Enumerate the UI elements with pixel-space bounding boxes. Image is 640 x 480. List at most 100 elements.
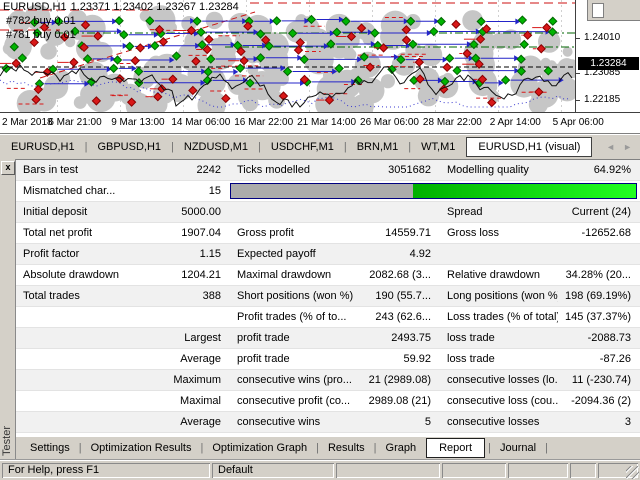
quality-bar-gray-segment	[231, 184, 414, 198]
tester-side-strip: x Tester	[0, 159, 16, 459]
quality-bar-green-segment	[413, 184, 636, 198]
time-axis-label: 14 Mar 06:00	[171, 117, 231, 128]
report-cell: Expected payoff	[237, 248, 316, 260]
report-cell: 5	[424, 416, 431, 428]
status-pane	[508, 463, 568, 478]
report-cell: Absolute drawdown	[23, 269, 120, 281]
mt4-tester-window: EURUSD,H1 1.23371 1.23402 1.23267 1.23284…	[0, 0, 640, 480]
time-axis-label: 9 Mar 13:00	[111, 117, 165, 128]
report-cell: Average	[180, 416, 221, 428]
report-cell: Gross profit	[237, 227, 294, 239]
time-axis-label: 2 Mar 2018	[2, 117, 53, 128]
status-help-text: For Help, press F1	[2, 463, 210, 478]
report-table: Bars in test 2242 Ticks modelled 3051682 Mod…	[16, 159, 640, 438]
report-cell: 2242	[196, 164, 221, 176]
report-cell: profit trade	[237, 353, 290, 365]
report-area: Bars in test 2242 Ticks modelled 3051682 Mod…	[16, 159, 640, 459]
chart-tab-nzdusd-m1[interactable]: NZDUSD,M1	[175, 137, 257, 157]
chart-symbol-period: EURUSD,H1	[3, 1, 67, 13]
price-chart[interactable]	[0, 0, 575, 112]
report-cell: Profit trades (% of to...	[237, 311, 347, 323]
tester-tab-report[interactable]: Report	[426, 438, 486, 458]
time-axis-label: 26 Mar 06:00	[360, 117, 419, 128]
chart-tab-usdchf-m1[interactable]: USDCHF,M1	[262, 137, 343, 157]
tester-tab-optimization-graph[interactable]: Optimization Graph	[204, 439, 315, 457]
report-cell: -2094.36 (2)	[571, 395, 631, 407]
chart-panel: EURUSD,H1 1.23371 1.23402 1.23267 1.23284…	[0, 0, 640, 134]
trade-annotation: #781 buy 0.01	[6, 29, 76, 41]
time-axis-label: 28 Mar 22:00	[422, 117, 482, 128]
tester-tab-graph[interactable]: Graph	[378, 439, 425, 457]
report-cell: Initial deposit	[23, 206, 88, 218]
time-axis-label: 6 Mar 21:00	[48, 117, 102, 128]
report-cell: Current (24)	[571, 206, 631, 218]
chart-tab-eurusd-h1-visual-[interactable]: EURUSD,H1 (visual)	[466, 136, 593, 157]
report-cell: 34.28% (20...	[565, 269, 631, 281]
report-cell: Maximum	[173, 374, 221, 386]
report-row: Total trades 388 Short positions (won %) 19…	[16, 286, 640, 307]
tester-tab-results[interactable]: Results	[320, 439, 373, 457]
tab-scroll-right-icon[interactable]: ►	[623, 142, 632, 152]
report-cell: consecutive loss (cou...	[447, 395, 558, 407]
report-cell: Modelling quality	[447, 164, 529, 176]
report-row: Maximum consecutive wins (pro... 21 (2989.…	[16, 370, 640, 391]
report-row: Absolute drawdown 1204.21 Maximal drawdown…	[16, 265, 640, 286]
close-tester-button[interactable]: x	[1, 161, 15, 175]
time-axis-label: 5 Apr 06:00	[552, 117, 604, 128]
report-cell: profit trade	[237, 332, 290, 344]
report-cell: Long positions (won %)	[447, 290, 558, 302]
chart-tab-wt-m1[interactable]: WT,M1	[412, 137, 464, 157]
report-cell: 190 (55.7...	[375, 290, 431, 302]
tester-tab-settings[interactable]: Settings	[22, 439, 78, 457]
report-cell: 3051682	[388, 164, 431, 176]
report-cell	[16, 391, 166, 411]
report-cell: 21 (2989.08)	[368, 374, 431, 386]
trade-annotation: #782 buy 0.01	[6, 15, 76, 27]
report-cell	[16, 328, 166, 348]
report-cell: Spread	[447, 206, 483, 218]
chart-header: EURUSD,H1 1.23371 1.23402 1.23267 1.23284	[3, 1, 243, 13]
report-cell: Gross loss	[447, 227, 499, 239]
report-cell: Bars in test	[23, 164, 79, 176]
report-cell: 64.92%	[593, 164, 631, 176]
report-row: Maximal consecutive profit (co... 2989.08 …	[16, 391, 640, 412]
price-axis-tick	[576, 73, 580, 74]
report-cell	[558, 244, 640, 264]
report-row: Largest profit trade 2493.75 loss trade -208…	[16, 328, 640, 349]
report-cell	[16, 349, 166, 369]
report-cell: 4.92	[409, 248, 431, 260]
report-cell: Short positions (won %)	[237, 290, 354, 302]
report-cell: Maximal	[180, 395, 221, 407]
tester-tab-optimization-results[interactable]: Optimization Results	[83, 439, 200, 457]
report-cell: Ticks modelled	[237, 164, 310, 176]
report-cell	[166, 307, 230, 327]
report-cell: 5000.00	[181, 206, 221, 218]
tab-scroll-left-icon[interactable]: ◄	[606, 142, 615, 152]
chart-tab-gbpusd-h1[interactable]: GBPUSD,H1	[88, 137, 170, 157]
report-cell	[16, 412, 166, 432]
report-cell: 198 (69.19%)	[564, 290, 631, 302]
resize-grip[interactable]	[626, 466, 639, 479]
report-row: Average profit trade 59.92 loss trade -87.26	[16, 349, 640, 370]
report-cell	[16, 307, 166, 327]
time-axis[interactable]: 2 Mar 2018 6 Mar 21:00 9 Mar 13:00 14 Mar 0…	[0, 112, 640, 134]
report-cell: Profit factor	[23, 248, 80, 260]
report-cell: consecutive profit (co...	[237, 395, 351, 407]
chart-tab-brn-m1[interactable]: BRN,M1	[348, 137, 408, 157]
report-cell: 243 (62.6...	[375, 311, 431, 323]
report-cell: Maximal drawdown	[237, 269, 332, 281]
report-cell: Relative drawdown	[447, 269, 540, 281]
background-window-fragment	[587, 0, 640, 21]
report-cell: consecutive losses (lo...	[447, 374, 558, 386]
report-cell: -87.26	[599, 353, 631, 365]
report-cell: 15	[208, 185, 221, 197]
status-profile: Default	[212, 463, 334, 478]
tester-tab-bar: Settings | Optimization Results | Optimizati…	[16, 437, 640, 459]
report-row: Initial deposit 5000.00 Spread Current (24)	[16, 202, 640, 223]
report-row: Mismatched char... 15	[16, 181, 640, 202]
chart-tab-eurusd-h1[interactable]: EURUSD,H1	[2, 137, 84, 157]
report-cell: 2082.68 (3...	[369, 269, 431, 281]
report-row: Profit trades (% of to... 243 (62.6... Los…	[16, 307, 640, 328]
status-pane	[570, 463, 596, 478]
tester-tab-journal[interactable]: Journal	[492, 439, 544, 457]
